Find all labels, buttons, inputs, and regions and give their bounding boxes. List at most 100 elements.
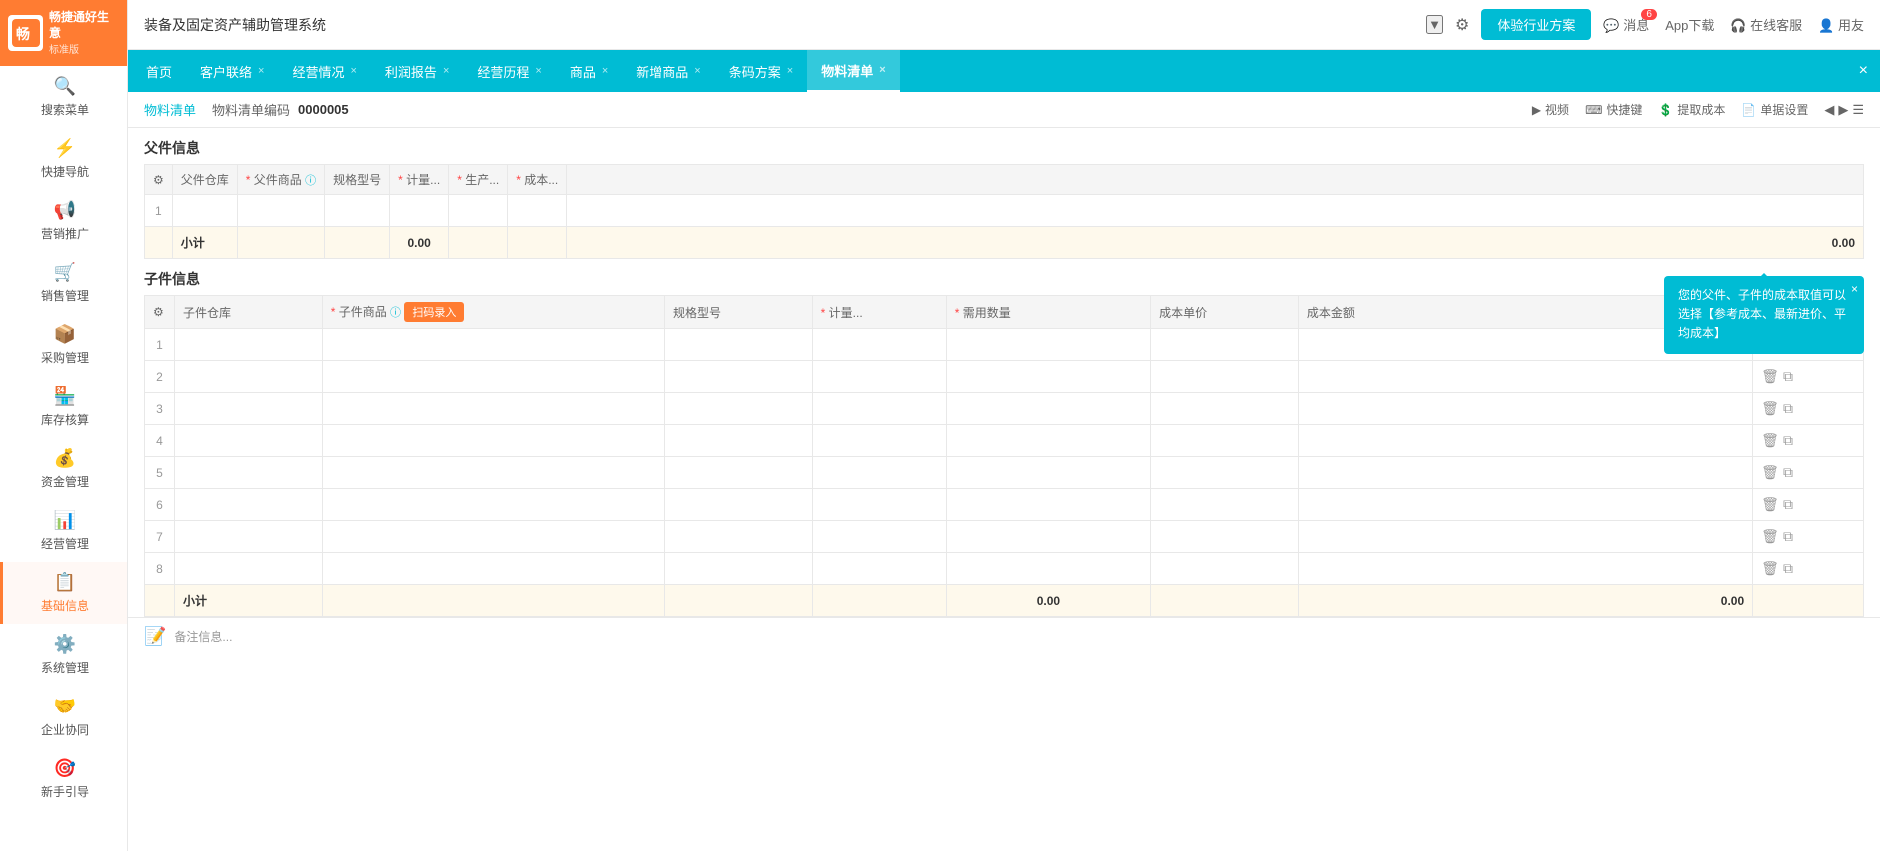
child-row2-unit-cost[interactable]	[1151, 361, 1299, 393]
child-row1-quantity[interactable]	[946, 329, 1150, 361]
sidebar-item-system[interactable]: ⚙️ 系统管理	[0, 624, 127, 686]
child-row5-goods[interactable]	[322, 457, 664, 489]
child-row2-spec[interactable]	[664, 361, 812, 393]
tab-goods-close[interactable]: ×	[602, 65, 608, 77]
tab-bom[interactable]: 物料清单 ×	[807, 50, 899, 92]
child-row8-unit[interactable]	[812, 553, 946, 585]
child-row8-quantity[interactable]	[946, 553, 1150, 585]
copy-row4-btn[interactable]: ⧉	[1783, 432, 1793, 449]
user-info[interactable]: 👤 用友	[1818, 15, 1864, 34]
child-row4-goods[interactable]	[322, 425, 664, 457]
child-row1-warehouse[interactable]	[175, 329, 323, 361]
tab-barcode-close[interactable]: ×	[787, 65, 793, 77]
child-row2-unit[interactable]	[812, 361, 946, 393]
extract-cost-btn[interactable]: 💲 提取成本	[1658, 101, 1725, 118]
child-row3-spec[interactable]	[664, 393, 812, 425]
child-row2-cost-amount[interactable]	[1298, 361, 1752, 393]
child-row6-goods[interactable]	[322, 489, 664, 521]
child-row8-cost-amount[interactable]	[1298, 553, 1752, 585]
view-video-btn[interactable]: ▶ 视频	[1532, 101, 1569, 118]
child-row5-quantity[interactable]	[946, 457, 1150, 489]
sidebar-item-purchase[interactable]: 📦 采购管理	[0, 314, 127, 376]
child-row8-unit-cost[interactable]	[1151, 553, 1299, 585]
child-row5-cost-amount[interactable]	[1298, 457, 1752, 489]
list-view-btn[interactable]: ☰	[1852, 102, 1864, 118]
message-btn[interactable]: 💬 6 消息	[1603, 15, 1649, 34]
system-dropdown-btn[interactable]: ▼	[1426, 15, 1443, 34]
sidebar-item-operation[interactable]: 📊 经营管理	[0, 500, 127, 562]
copy-row2-btn[interactable]: ⧉	[1783, 368, 1793, 385]
child-row7-unit[interactable]	[812, 521, 946, 553]
child-row3-goods[interactable]	[322, 393, 664, 425]
tab-goods[interactable]: 商品 ×	[556, 50, 622, 92]
scan-input-btn[interactable]: 扫码录入	[404, 302, 464, 322]
tab-operation-status[interactable]: 经营情况 ×	[278, 50, 370, 92]
tab-customer[interactable]: 客户联络 ×	[186, 50, 278, 92]
delete-row6-btn[interactable]: 🗑	[1761, 496, 1779, 513]
tab-customer-close[interactable]: ×	[258, 65, 264, 77]
child-row7-spec[interactable]	[664, 521, 812, 553]
child-row4-quantity[interactable]	[946, 425, 1150, 457]
child-row6-unit[interactable]	[812, 489, 946, 521]
child-row5-unit[interactable]	[812, 457, 946, 489]
sidebar-item-guide[interactable]: 🎯 新手引导	[0, 748, 127, 810]
parent-row1-goods[interactable]	[237, 195, 324, 227]
child-row4-spec[interactable]	[664, 425, 812, 457]
child-row6-spec[interactable]	[664, 489, 812, 521]
child-row3-warehouse[interactable]	[175, 393, 323, 425]
delete-row4-btn[interactable]: 🗑	[1761, 432, 1779, 449]
tab-home[interactable]: 首页	[132, 50, 186, 92]
next-btn[interactable]: ▶	[1838, 102, 1848, 118]
single-settings-btn[interactable]: 📄 单据设置	[1741, 101, 1808, 118]
child-row1-goods[interactable]	[322, 329, 664, 361]
child-row4-warehouse[interactable]	[175, 425, 323, 457]
sidebar-item-inventory[interactable]: 🏪 库存核算	[0, 376, 127, 438]
child-row4-cost-amount[interactable]	[1298, 425, 1752, 457]
child-row7-unit-cost[interactable]	[1151, 521, 1299, 553]
sidebar-item-marketing[interactable]: 📢 营销推广	[0, 190, 127, 252]
delete-row7-btn[interactable]: 🗑	[1761, 528, 1779, 545]
close-all-tabs-btn[interactable]: ×	[1851, 62, 1876, 80]
tab-new-goods-close[interactable]: ×	[694, 65, 700, 77]
tab-new-goods[interactable]: 新增商品 ×	[622, 50, 714, 92]
tab-history[interactable]: 经营历程 ×	[463, 50, 555, 92]
parent-row1-spec[interactable]	[325, 195, 390, 227]
parent-row1-production[interactable]	[449, 195, 508, 227]
child-row6-warehouse[interactable]	[175, 489, 323, 521]
copy-row6-btn[interactable]: ⧉	[1783, 496, 1793, 513]
child-row7-cost-amount[interactable]	[1298, 521, 1752, 553]
sidebar-item-sales[interactable]: 🛒 销售管理	[0, 252, 127, 314]
prev-btn[interactable]: ◀	[1824, 102, 1834, 118]
child-row5-warehouse[interactable]	[175, 457, 323, 489]
tab-operation-status-close[interactable]: ×	[350, 65, 356, 77]
sidebar-item-collab[interactable]: 🤝 企业协同	[0, 686, 127, 748]
child-row8-warehouse[interactable]	[175, 553, 323, 585]
child-row5-unit-cost[interactable]	[1151, 457, 1299, 489]
child-col-setting[interactable]: ⚙	[145, 296, 175, 329]
child-row2-warehouse[interactable]	[175, 361, 323, 393]
shortcut-btn[interactable]: ⌨ 快捷键	[1585, 101, 1642, 118]
delete-row5-btn[interactable]: 🗑	[1761, 464, 1779, 481]
sidebar-item-finance[interactable]: 💰 资金管理	[0, 438, 127, 500]
sidebar-item-quick-nav[interactable]: ⚡ 快捷导航	[0, 128, 127, 190]
child-row2-goods[interactable]	[322, 361, 664, 393]
parent-row1-cost[interactable]	[508, 195, 567, 227]
child-row7-warehouse[interactable]	[175, 521, 323, 553]
child-row6-cost-amount[interactable]	[1298, 489, 1752, 521]
parent-col-setting[interactable]: ⚙	[145, 165, 173, 195]
tooltip-close-btn[interactable]: ×	[1851, 280, 1858, 299]
child-row8-spec[interactable]	[664, 553, 812, 585]
tab-profit-close[interactable]: ×	[443, 65, 449, 77]
sidebar-item-search[interactable]: 🔍 搜索菜单	[0, 66, 127, 128]
gear-icon[interactable]: ⚙	[1455, 15, 1469, 35]
child-row3-unit-cost[interactable]	[1151, 393, 1299, 425]
tab-bom-close[interactable]: ×	[879, 64, 885, 76]
tab-profit[interactable]: 利润报告 ×	[371, 50, 463, 92]
child-row7-quantity[interactable]	[946, 521, 1150, 553]
tab-history-close[interactable]: ×	[535, 65, 541, 77]
tab-barcode[interactable]: 条码方案 ×	[715, 50, 807, 92]
copy-row7-btn[interactable]: ⧉	[1783, 528, 1793, 545]
child-row4-unit[interactable]	[812, 425, 946, 457]
breadcrumb-list[interactable]: 物料清单	[144, 100, 196, 119]
sidebar-item-basic[interactable]: 📋 基础信息	[0, 562, 127, 624]
